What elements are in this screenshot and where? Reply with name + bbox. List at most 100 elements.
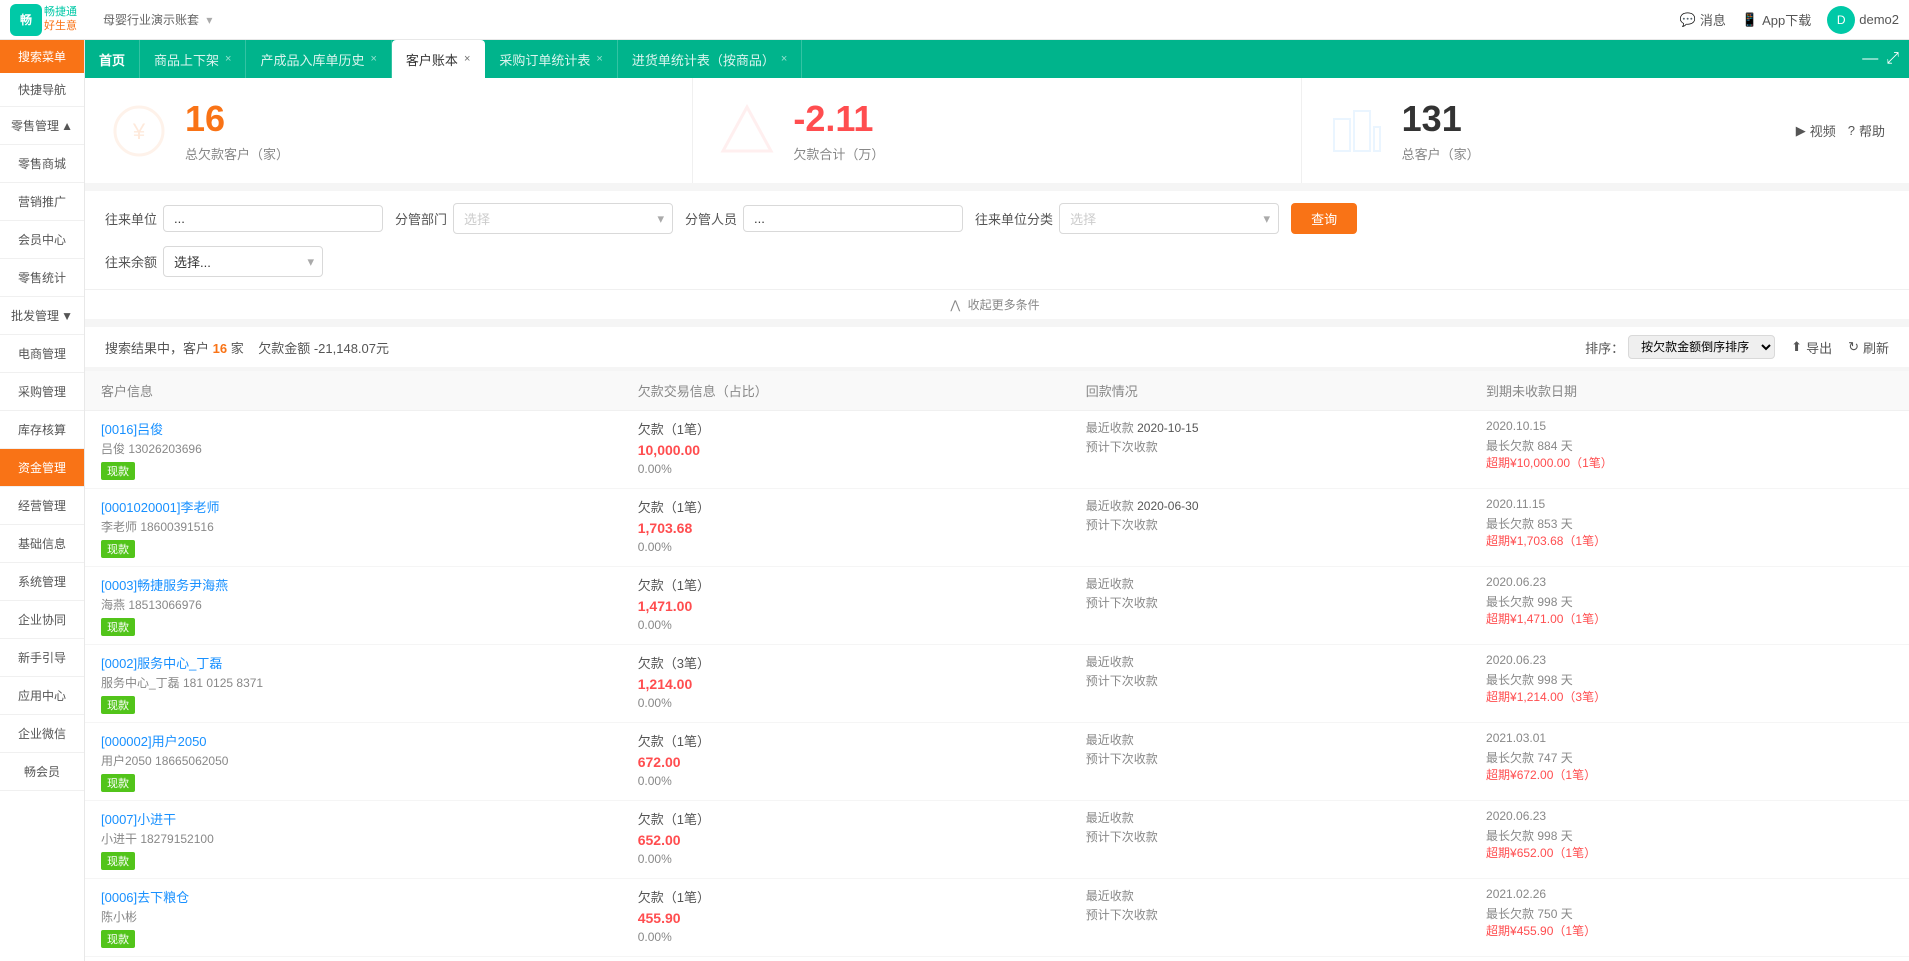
debt-amount-0: 10,000.00: [638, 442, 1054, 458]
last-collection-6: 最近收款: [1086, 887, 1454, 904]
sidebar-item-ecommerce[interactable]: 电商管理: [0, 335, 84, 373]
last-collection-0: 最近收款 2020-10-15: [1086, 419, 1454, 436]
sidebar-item-marketing[interactable]: 营销推广: [0, 183, 84, 221]
unit-category-dropdown-icon: ▾: [1264, 211, 1271, 227]
sidebar-item-wechat[interactable]: 企业微信: [0, 715, 84, 753]
debt-customers-number: 16: [185, 98, 289, 140]
refresh-btn[interactable]: ↻ 刷新: [1848, 338, 1889, 357]
debt-count-0: 欠款（1笔）: [638, 419, 1054, 438]
filter-unit-category-label: 往来单位分类: [975, 209, 1053, 228]
table-header-row: 客户信息 欠款交易信息（占比） 回款情况 到期未收款日期: [85, 371, 1909, 411]
customer-name-link-0[interactable]: [0016]吕俊: [101, 422, 163, 437]
app-icon: 📱: [1742, 12, 1758, 28]
sidebar-item-purchase[interactable]: 采购管理: [0, 373, 84, 411]
customer-name-link-2[interactable]: [0003]畅捷服务尹海燕: [101, 578, 228, 593]
cell-debt-info-4: 欠款（1笔） 672.00 0.00%: [622, 723, 1070, 801]
export-btn[interactable]: ⬆ 导出: [1791, 338, 1832, 357]
sidebar-item-system-mgmt[interactable]: 系统管理: [0, 563, 84, 601]
filter-balance-input[interactable]: 选择... ▾: [163, 246, 323, 277]
customer-name-link-4[interactable]: [000002]用户2050: [101, 734, 207, 749]
debt-pct-1: 0.00%: [638, 540, 1054, 554]
tab-purchase-order[interactable]: 采购订单统计表 ×: [485, 40, 617, 78]
tab-maximize-btn[interactable]: ⤢: [1886, 50, 1899, 68]
filter-from-unit-input[interactable]: ...: [163, 205, 383, 232]
summary-cards: ¥ 16 总欠款客户（家） -2.11: [85, 78, 1909, 183]
sidebar-item-retail-stats[interactable]: 零售统计: [0, 259, 84, 297]
filter-unit-category-input[interactable]: 选择 ▾: [1059, 203, 1279, 234]
tab-close-product-shelf[interactable]: ×: [225, 53, 231, 65]
sidebar-item-vip-member[interactable]: 畅会员: [0, 753, 84, 791]
company-select[interactable]: 母婴行业演示账套 ▾: [95, 11, 1680, 28]
filter-dept-input[interactable]: 选择 ▾: [453, 203, 673, 234]
customer-name-link-6[interactable]: [0006]去下粮仓: [101, 890, 189, 905]
tab-customer-account[interactable]: 客户账本 ×: [392, 40, 485, 78]
overdue-link-0[interactable]: 超期¥10,000.00（1笔）: [1486, 454, 1893, 471]
sidebar-item-member-center[interactable]: 会员中心: [0, 221, 84, 259]
sidebar-item-finance[interactable]: 资金管理: [0, 449, 84, 487]
tab-close-purchase-order[interactable]: ×: [596, 53, 602, 65]
query-btn[interactable]: 查询: [1291, 203, 1357, 234]
sidebar-item-retail-mgmt[interactable]: 零售管理 ▲: [0, 107, 84, 145]
filter-person: 分管人员 ...: [685, 205, 963, 232]
customer-name-link-5[interactable]: [0007]小进干: [101, 812, 176, 827]
due-date-5: 2020.06.23: [1486, 809, 1893, 823]
customer-tag-2: 现款: [101, 618, 135, 636]
overdue-link-2[interactable]: 超期¥1,471.00（1笔）: [1486, 610, 1893, 627]
sidebar-item-basic-info[interactable]: 基础信息: [0, 525, 84, 563]
tab-close-product-history[interactable]: ×: [370, 53, 376, 65]
overdue-link-3[interactable]: 超期¥1,214.00（3笔）: [1486, 688, 1893, 705]
filter-row-2: 往来余额 选择... ▾: [105, 246, 1889, 277]
filter-row-1: 往来单位 ... 分管部门 选择 ▾ 分管人员: [105, 203, 1889, 234]
customer-name-link-3[interactable]: [0002]服务中心_丁磊: [101, 656, 222, 671]
sidebar-item-operations[interactable]: 经营管理: [0, 487, 84, 525]
last-collection-5: 最近收款: [1086, 809, 1454, 826]
sidebar-item-batch-mgmt[interactable]: 批发管理 ▼: [0, 297, 84, 335]
sort-select[interactable]: 按欠款金额倒序排序: [1628, 335, 1775, 359]
collapse-bar[interactable]: ⋀ 收起更多条件: [85, 289, 1909, 319]
overdue-link-4[interactable]: 超期¥672.00（1笔）: [1486, 766, 1893, 783]
tab-close-purchase-stats[interactable]: ×: [781, 53, 787, 65]
tab-product-shelf[interactable]: 商品上下架 ×: [140, 40, 246, 78]
tab-minimize-btn[interactable]: —: [1862, 50, 1878, 68]
tab-home[interactable]: 首页: [85, 40, 140, 78]
customer-phone-3: 服务中心_丁磊 181 0125 8371: [101, 674, 606, 691]
filter-bar: 往来单位 ... 分管部门 选择 ▾ 分管人员: [85, 191, 1909, 319]
debt-pct-2: 0.00%: [638, 618, 1054, 632]
table-row: [0007]小进干 小进干 18279152100 现款 欠款（1笔） 652.…: [85, 801, 1909, 879]
quick-nav[interactable]: 快捷导航: [0, 73, 84, 107]
next-collection-6: 预计下次收款: [1086, 906, 1454, 923]
help-btn[interactable]: ? 帮助: [1848, 121, 1885, 140]
cell-customer-info-2: [0003]畅捷服务尹海燕 海燕 18513066976 现款: [85, 567, 622, 645]
cell-customer-info-7: [000001]黄思源 黄思源 13552700226 现款: [85, 957, 622, 961]
sidebar-item-inventory[interactable]: 库存核算: [0, 411, 84, 449]
overdue-link-5[interactable]: 超期¥652.00（1笔）: [1486, 844, 1893, 861]
app-download-btn[interactable]: 📱 App下载: [1742, 10, 1811, 29]
tab-product-history[interactable]: 产成品入库单历史 ×: [246, 40, 391, 78]
tab-purchase-stats[interactable]: 进货单统计表（按商品） ×: [618, 40, 802, 78]
sidebar-item-new-guide[interactable]: 新手引导: [0, 639, 84, 677]
debt-amount-4: 672.00: [638, 754, 1054, 770]
cell-debt-info-3: 欠款（3笔） 1,214.00 0.00%: [622, 645, 1070, 723]
max-debt-days-5: 最长欠款 998 天: [1486, 827, 1893, 844]
overdue-link-1[interactable]: 超期¥1,703.68（1笔）: [1486, 532, 1893, 549]
video-help-btn[interactable]: ▶ 视频: [1796, 121, 1836, 140]
cell-overdue-2: 2020.06.23 最长欠款 998 天 超期¥1,471.00（1笔）: [1470, 567, 1909, 645]
sidebar-item-enterprise[interactable]: 企业协同: [0, 601, 84, 639]
data-table-wrapper: 客户信息 欠款交易信息（占比） 回款情况 到期未收款日期 [0016]吕俊 吕俊…: [85, 371, 1909, 961]
tab-close-customer-account[interactable]: ×: [464, 53, 470, 65]
sidebar-item-app-center[interactable]: 应用中心: [0, 677, 84, 715]
sidebar-item-retail-mall[interactable]: 零售商城: [0, 145, 84, 183]
table-row: [0001020001]李老师 李老师 18600391516 现款 欠款（1笔…: [85, 489, 1909, 567]
overdue-link-6[interactable]: 超期¥455.90（1笔）: [1486, 922, 1893, 939]
company-name: 母婴行业演示账套: [103, 13, 199, 27]
th-overdue-date: 到期未收款日期: [1470, 371, 1909, 411]
cell-debt-info-6: 欠款（1笔） 455.90 0.00%: [622, 879, 1070, 957]
customer-name-link-1[interactable]: [0001020001]李老师: [101, 500, 220, 515]
help-icon: ?: [1848, 123, 1855, 138]
sidebar-search[interactable]: 搜索菜单: [0, 40, 84, 73]
debt-amount-icon: [717, 101, 777, 161]
user-menu[interactable]: D demo2: [1827, 6, 1899, 34]
messages-btn[interactable]: 💬 消息: [1680, 10, 1726, 29]
filter-person-input[interactable]: ...: [743, 205, 963, 232]
cell-overdue-6: 2021.02.26 最长欠款 750 天 超期¥455.90（1笔）: [1470, 879, 1909, 957]
